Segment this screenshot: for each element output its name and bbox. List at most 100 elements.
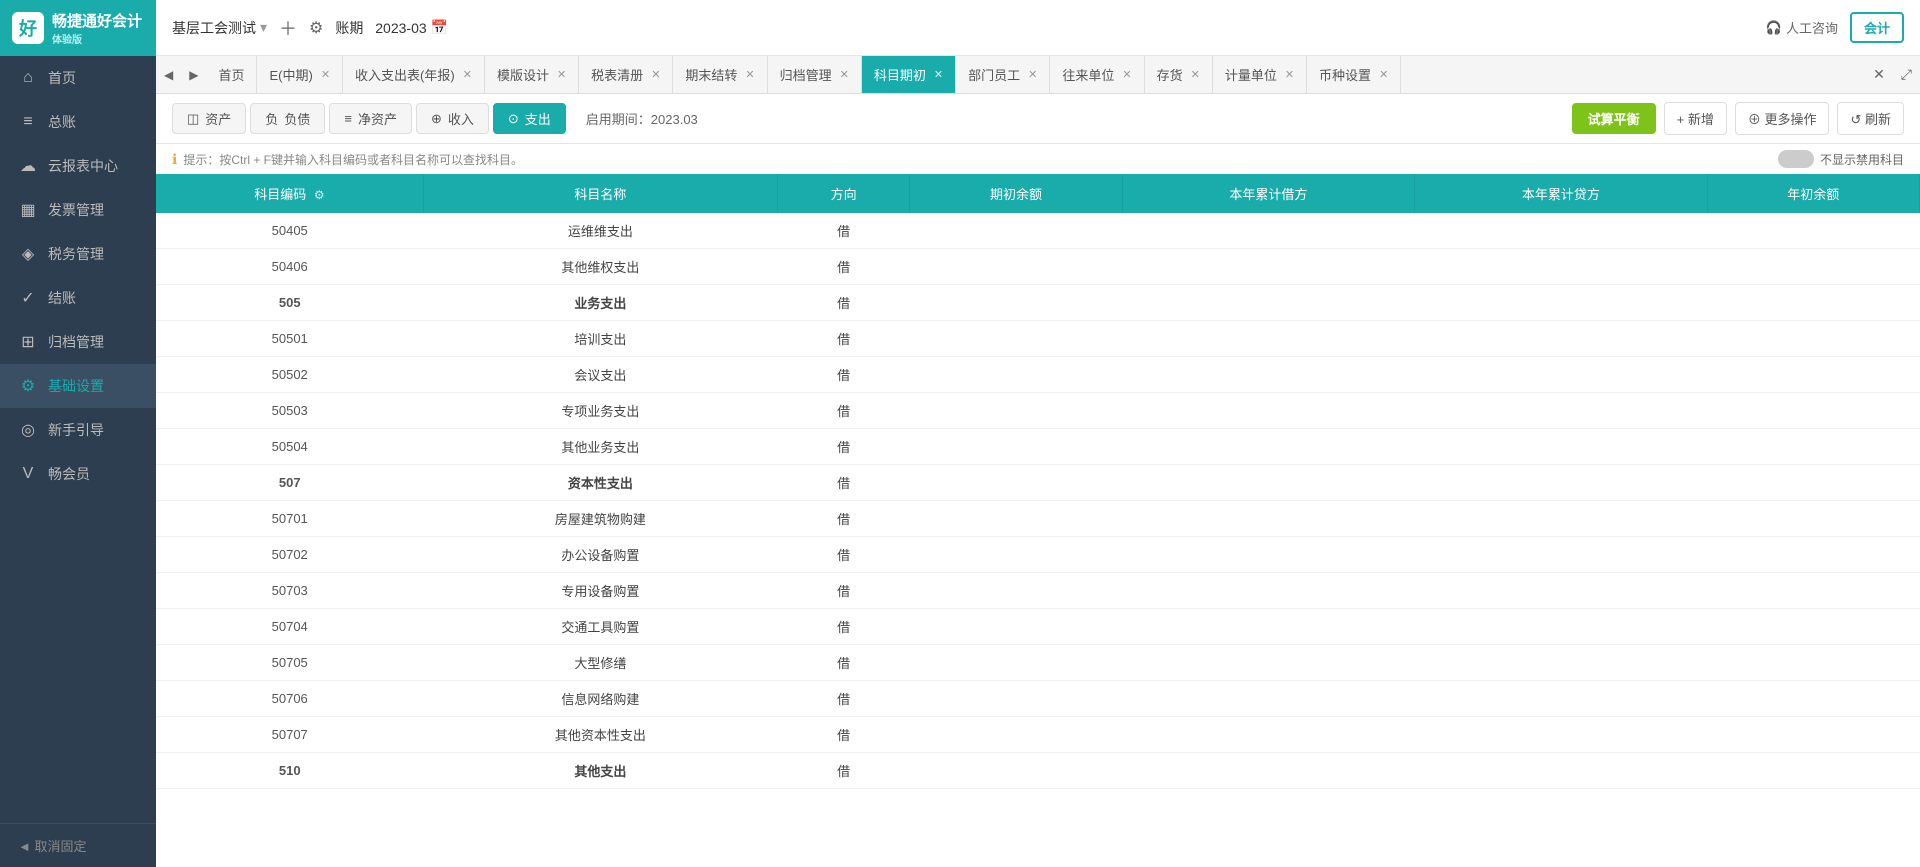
tab-close-icon[interactable]: ✕: [1285, 68, 1294, 81]
tab-首页[interactable]: 首页: [206, 56, 257, 94]
app-sub: 体验版: [52, 31, 142, 46]
topbar: 基层工会测试 ▾ ＋ ⚙ 账期 2023-03 📅 🎧 人工咨询 会计: [156, 0, 1920, 56]
table-row: 50707其他资本性支出借: [156, 717, 1920, 753]
th-科目编码: 科目编码 ⚙: [156, 174, 423, 213]
th-方向: 方向: [777, 174, 909, 213]
tab-期末结转[interactable]: 期末结转✕: [673, 56, 767, 94]
add-tab-button[interactable]: ＋: [279, 15, 297, 41]
chevron-down-icon: ▾: [260, 19, 267, 36]
calendar-icon[interactable]: 📅: [431, 19, 448, 36]
tab-币种设置[interactable]: 币种设置✕: [1307, 56, 1401, 94]
headset-icon: 🎧: [1766, 20, 1782, 36]
tab-scroll-left[interactable]: ◀: [156, 56, 181, 94]
tab-close-icon[interactable]: ✕: [557, 68, 566, 81]
sidebar-item-畅会员[interactable]: V畅会员: [0, 452, 156, 496]
sidebar-icon: ✓: [18, 288, 38, 308]
table-row: 50503专项业务支出借: [156, 393, 1920, 429]
show-disabled-toggle[interactable]: [1778, 150, 1814, 168]
th-科目名称: 科目名称: [423, 174, 777, 213]
sidebar-item-总账[interactable]: ≡总账: [0, 100, 156, 144]
table-row: 505业务支出借: [156, 285, 1920, 321]
sidebar-icon: ⚙: [18, 376, 38, 396]
table-row: 50502会议支出借: [156, 357, 1920, 393]
tab-模版设计[interactable]: 模版设计✕: [485, 56, 579, 94]
tab-close-icon[interactable]: ✕: [934, 68, 943, 81]
sidebar-item-基础设置[interactable]: ⚙基础设置: [0, 364, 156, 408]
tab-close-icon[interactable]: ✕: [321, 68, 330, 81]
sidebar-item-税务管理[interactable]: ◈税务管理: [0, 232, 156, 276]
sidebar-item-新手引导[interactable]: ◎新手引导: [0, 408, 156, 452]
tab-往来单位[interactable]: 往来单位✕: [1050, 56, 1144, 94]
service-button[interactable]: 🎧 人工咨询: [1766, 18, 1838, 37]
sidebar-icon: ⊞: [18, 332, 38, 352]
tab-E(中期)[interactable]: E(中期)✕: [257, 56, 343, 94]
add-button[interactable]: + 新增: [1664, 102, 1727, 135]
logo-icon: 好: [12, 12, 44, 44]
table-row: 50406其他维权支出借: [156, 249, 1920, 285]
table-row: 50703专用设备购置借: [156, 573, 1920, 609]
sidebar-collapse-btn[interactable]: ◄ 取消固定: [0, 823, 156, 867]
close-all-tabs-button[interactable]: ✕: [1865, 56, 1893, 94]
table-row: 50701房屋建筑物购建借: [156, 501, 1920, 537]
more-actions-button[interactable]: ⊕ 更多操作: [1735, 102, 1830, 135]
tab-close-icon[interactable]: ✕: [840, 68, 849, 81]
period-label: 启用期间：2023.03: [586, 109, 698, 128]
topbar-right: 🎧 人工咨询 会计: [1766, 12, 1904, 43]
tab-close-icon[interactable]: ✕: [1028, 68, 1037, 81]
sidebar-icon: ◈: [18, 244, 38, 264]
subtab-支出[interactable]: ⊙支出: [493, 103, 566, 134]
tab-close-icon[interactable]: ✕: [1122, 68, 1131, 81]
info-icon: ℹ: [172, 151, 177, 168]
settings-icon[interactable]: ⚙: [309, 18, 323, 38]
tab-收入支出表(年报)[interactable]: 收入支出表(年报)✕: [343, 56, 485, 94]
subtab-净资产[interactable]: ≡净资产: [329, 103, 412, 134]
tab-close-icon[interactable]: ✕: [463, 68, 472, 81]
tab-close-icon[interactable]: ✕: [745, 68, 754, 81]
subtab-资产[interactable]: ◫资产: [172, 103, 246, 134]
sidebar: 好 畅捷通好会计 体验版 ⌂首页≡总账☁云报表中心▦发票管理◈税务管理✓结账⊞归…: [0, 0, 156, 867]
notice-bar: ℹ 提示：按Ctrl + F键并输入科目编码或者科目名称可以查找科目。 不显示禁…: [156, 144, 1920, 174]
maximize-button[interactable]: ⤢: [1893, 56, 1920, 94]
toggle-wrap: 不显示禁用科目: [1778, 150, 1904, 168]
table-header: 科目编码 ⚙科目名称方向期初余额本年累计借方本年累计贷方年初余额: [156, 174, 1920, 213]
th-本年累计贷方: 本年累计贷方: [1415, 174, 1707, 213]
app-name: 畅捷通好会计: [52, 10, 142, 31]
table-row: 50706信息网络购建借: [156, 681, 1920, 717]
th-年初余额: 年初余额: [1707, 174, 1919, 213]
subtab-收入[interactable]: ⊕收入: [416, 103, 489, 134]
tab-close-icon[interactable]: ✕: [651, 68, 660, 81]
subtab-icon: ⊕: [431, 111, 442, 127]
table-row: 50504其他业务支出借: [156, 429, 1920, 465]
balance-button[interactable]: 试算平衡: [1572, 103, 1656, 134]
tab-税表清册[interactable]: 税表清册✕: [579, 56, 673, 94]
tab-close-icon[interactable]: ✕: [1191, 68, 1200, 81]
subtab-icon: 负: [265, 109, 278, 128]
subtab-负债[interactable]: 负负债: [250, 103, 325, 134]
th-本年累计借方: 本年累计借方: [1122, 174, 1414, 213]
refresh-button[interactable]: ↺ 刷新: [1837, 102, 1904, 135]
sidebar-item-云报表中心[interactable]: ☁云报表中心: [0, 144, 156, 188]
tab-部门员工[interactable]: 部门员工✕: [956, 56, 1050, 94]
table-row: 50705大型修缮借: [156, 645, 1920, 681]
tab-scroll-right[interactable]: ▶: [181, 56, 206, 94]
tab-bar: ◀ ▶ 首页E(中期)✕收入支出表(年报)✕模版设计✕税表清册✕期末结转✕归档管…: [156, 56, 1920, 94]
sidebar-icon: ⌂: [18, 69, 38, 87]
sidebar-item-结账[interactable]: ✓结账: [0, 276, 156, 320]
content-area: ◫资产负负债≡净资产⊕收入⊙支出 启用期间：2023.03 试算平衡 + 新增 ⊕…: [156, 94, 1920, 867]
sidebar-item-归档管理[interactable]: ⊞归档管理: [0, 320, 156, 364]
tab-科目期初[interactable]: 科目期初✕: [862, 56, 956, 94]
subtab-icon: ≡: [344, 111, 352, 126]
tab-计量单位[interactable]: 计量单位✕: [1213, 56, 1307, 94]
tab-存货[interactable]: 存货✕: [1145, 56, 1213, 94]
sidebar-item-发票管理[interactable]: ▦发票管理: [0, 188, 156, 232]
subtab-actions: 试算平衡 + 新增 ⊕ 更多操作 ↺ 刷新: [1572, 102, 1904, 135]
column-settings-icon[interactable]: ⚙: [314, 188, 325, 202]
company-selector[interactable]: 基层工会测试 ▾: [172, 18, 267, 38]
subtab-icon: ◫: [187, 111, 199, 127]
tab-close-icon[interactable]: ✕: [1379, 68, 1388, 81]
account-button[interactable]: 会计: [1850, 12, 1904, 43]
sidebar-nav: ⌂首页≡总账☁云报表中心▦发票管理◈税务管理✓结账⊞归档管理⚙基础设置◎新手引导…: [0, 56, 156, 823]
tab-归档管理[interactable]: 归档管理✕: [768, 56, 862, 94]
sidebar-icon: ▦: [18, 200, 38, 220]
sidebar-item-首页[interactable]: ⌂首页: [0, 56, 156, 100]
